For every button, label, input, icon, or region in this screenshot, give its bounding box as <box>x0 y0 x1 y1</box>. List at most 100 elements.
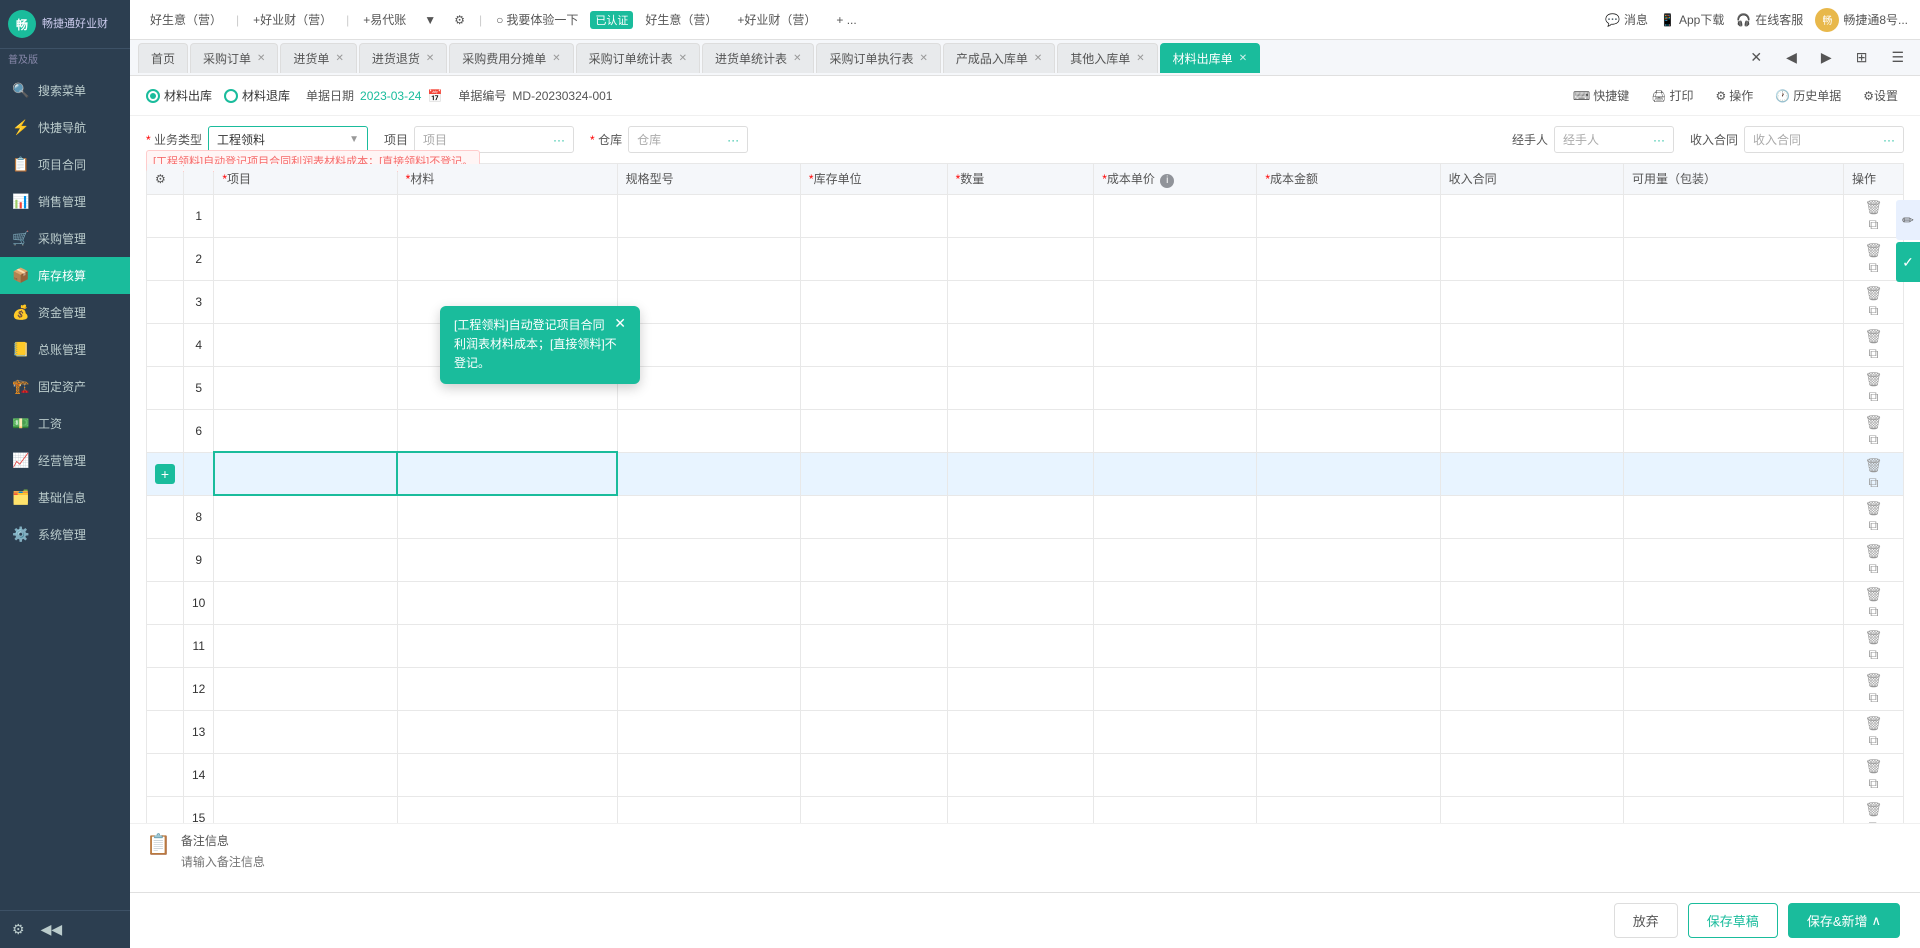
shortcut-btn[interactable]: ⌨ 快捷键 <box>1567 84 1635 107</box>
project-more-btn[interactable]: ··· <box>553 133 565 147</box>
tab-home[interactable]: 首页 <box>138 43 188 73</box>
sidebar-item-inventory[interactable]: 📦 库存核算 <box>0 257 130 294</box>
tab-product-receipt[interactable]: 产成品入库单 ✕ <box>943 43 1055 73</box>
handler-more-btn[interactable]: ··· <box>1653 133 1665 147</box>
nav-certified3[interactable]: +好业财（营） <box>729 7 824 32</box>
row-copy-btn[interactable]: ⧉ <box>1865 730 1883 750</box>
income-contract-input[interactable]: 收入合同 ··· <box>1744 126 1904 153</box>
tab-other-receipt[interactable]: 其他入库单 ✕ <box>1057 43 1157 73</box>
tab-purchase-exec[interactable]: 采购订单执行表 ✕ <box>816 43 940 73</box>
tab-list-btn[interactable]: ☰ <box>1883 45 1912 70</box>
tab-purchase-stats[interactable]: 采购订单统计表 ✕ <box>576 43 700 73</box>
tab-grid-btn[interactable]: ⊞ <box>1848 45 1876 70</box>
nav-settings-icon[interactable]: ⚙ <box>446 9 473 31</box>
nav-hao-shengyi[interactable]: 好生意（营） <box>142 7 230 32</box>
tab-close-purchase-exec[interactable]: ✕ <box>919 53 927 64</box>
radio-material-return[interactable]: 材料退库 <box>224 87 290 104</box>
sidebar-item-finance[interactable]: 💰 资金管理 <box>0 294 130 331</box>
warehouse-input[interactable]: 仓库 ··· <box>628 126 748 153</box>
sidebar-item-search[interactable]: 🔍 搜索菜单 <box>0 72 130 109</box>
tooltip-close-btn[interactable]: ✕ <box>614 316 626 330</box>
warehouse-more-btn[interactable]: ··· <box>727 133 739 147</box>
tab-material-issue[interactable]: 材料出库单 ✕ <box>1160 43 1260 73</box>
row-copy-btn[interactable]: ⧉ <box>1865 300 1883 320</box>
sidebar-item-salary[interactable]: 💵 工资 <box>0 405 130 442</box>
row-copy-btn[interactable]: ⧉ <box>1865 644 1883 664</box>
sidebar-item-ledger[interactable]: 📒 总账管理 <box>0 331 130 368</box>
sidebar-settings-btn[interactable]: ⚙ <box>12 921 25 938</box>
biz-type-input[interactable]: 工程领料 ▼ <box>208 126 368 153</box>
row-copy-btn[interactable]: ⧉ <box>1865 558 1883 578</box>
sidebar-collapse-btn[interactable]: ◀◀ <box>41 921 63 938</box>
tab-close-goods-receipt[interactable]: ✕ <box>335 53 343 64</box>
calendar-icon[interactable]: 📅 <box>427 89 442 103</box>
row-copy-btn[interactable]: ⧉ <box>1865 773 1883 793</box>
row-copy-btn[interactable]: ⧉ <box>1865 687 1883 707</box>
sidebar-item-assets[interactable]: 🏗️ 固定资产 <box>0 368 130 405</box>
row-copy-btn[interactable]: ⧉ <box>1865 515 1883 535</box>
tab-purchase-order[interactable]: 采购订单 ✕ <box>190 43 278 73</box>
sidebar-item-purchase[interactable]: 🛒 采购管理 <box>0 220 130 257</box>
tab-goods-stats[interactable]: 进货单统计表 ✕ <box>702 43 814 73</box>
tab-goods-receipt[interactable]: 进货单 ✕ <box>280 43 356 73</box>
nav-experience[interactable]: ○ 我要体验一下 <box>488 7 586 32</box>
message-btn[interactable]: 💬 消息 <box>1605 11 1648 28</box>
tab-close-material-issue[interactable]: ✕ <box>1239 53 1247 64</box>
app-download-btn[interactable]: 📱 App下载 <box>1660 11 1724 28</box>
discard-button[interactable]: 放弃 <box>1614 903 1678 938</box>
notes-input[interactable] <box>181 853 1904 881</box>
tab-goods-return[interactable]: 进货退货 ✕ <box>359 43 447 73</box>
close-all-tabs-btn[interactable]: ✕ <box>1742 45 1770 70</box>
tab-close-product-receipt[interactable]: ✕ <box>1034 53 1042 64</box>
nav-certified2[interactable]: 好生意（营） <box>637 7 725 32</box>
project-input[interactable]: 项目 ··· <box>414 126 574 153</box>
sidebar-item-shortcut[interactable]: ⚡ 快捷导航 <box>0 109 130 146</box>
user-menu[interactable]: 畅 畅捷通8号... <box>1815 8 1908 32</box>
print-btn[interactable]: 🖨 打印 <box>1645 84 1699 107</box>
bottom-actions: 放弃 保存草稿 保存&新增 ∧ <box>130 892 1920 948</box>
row-copy-btn[interactable]: ⧉ <box>1865 472 1883 492</box>
col-header-settings[interactable]: ⚙ <box>147 164 184 195</box>
save-new-button[interactable]: 保存&新增 ∧ <box>1788 903 1900 938</box>
sidebar-item-project[interactable]: 📋 项目合同 <box>0 146 130 183</box>
income-contract-more-btn[interactable]: ··· <box>1883 133 1895 147</box>
tab-close-other-receipt[interactable]: ✕ <box>1136 53 1144 64</box>
handler-input[interactable]: 经手人 ··· <box>1554 126 1674 153</box>
side-panel-confirm-btn[interactable]: ✓ <box>1896 242 1920 282</box>
operations-btn[interactable]: ⚙ 操作 <box>1709 84 1759 107</box>
history-btn[interactable]: 🕐 历史单据 <box>1769 84 1847 107</box>
sidebar-item-system[interactable]: ⚙️ 系统管理 <box>0 516 130 553</box>
add-row-btn[interactable]: + <box>155 464 175 484</box>
cost-price-info-icon[interactable]: i <box>1160 174 1174 188</box>
tab-close-purchase-order[interactable]: ✕ <box>257 53 265 64</box>
row-copy-btn[interactable]: ⧉ <box>1865 214 1883 234</box>
row-copy-btn[interactable]: ⧉ <box>1865 386 1883 406</box>
nav-more[interactable]: + ... <box>828 9 864 31</box>
tab-close-goods-stats[interactable]: ✕ <box>793 53 801 64</box>
radio-material-issue[interactable]: 材料出库 <box>146 87 212 104</box>
sidebar-item-basic[interactable]: 🗂️ 基础信息 <box>0 479 130 516</box>
tab-close-goods-return[interactable]: ✕ <box>426 53 434 64</box>
row-copy-btn[interactable]: ⧉ <box>1865 816 1883 824</box>
sidebar-item-ops[interactable]: 📈 经营管理 <box>0 442 130 479</box>
col-header-cost-price: *成本单价 i <box>1094 164 1257 195</box>
tab-prev-btn[interactable]: ◀ <box>1778 45 1805 70</box>
tab-next-btn[interactable]: ▶ <box>1813 45 1840 70</box>
row-copy-btn[interactable]: ⧉ <box>1865 601 1883 621</box>
doc-date-value[interactable]: 2023-03-24 <box>360 89 421 103</box>
tab-close-purchase-stats[interactable]: ✕ <box>679 53 687 64</box>
tab-close-purchase-expense[interactable]: ✕ <box>552 53 560 64</box>
row-copy-btn[interactable]: ⧉ <box>1865 429 1883 449</box>
tab-purchase-expense[interactable]: 采购费用分摊单 ✕ <box>449 43 573 73</box>
doc-num-label: 单据编号 <box>458 87 506 104</box>
side-panel-edit-btn[interactable]: ✏ <box>1896 200 1920 240</box>
online-service-btn[interactable]: 🎧 在线客服 <box>1736 11 1803 28</box>
sidebar-item-sales[interactable]: 📊 销售管理 <box>0 183 130 220</box>
row-copy-btn[interactable]: ⧉ <box>1865 343 1883 363</box>
nav-more-dropdown[interactable]: ▼ <box>418 9 442 31</box>
nav-hao-yecai[interactable]: +好业财（营） <box>245 7 340 32</box>
nav-yi-daipei[interactable]: +易代账 <box>355 7 414 32</box>
save-draft-button[interactable]: 保存草稿 <box>1688 903 1778 938</box>
settings-btn[interactable]: ⚙设置 <box>1857 84 1904 107</box>
row-copy-btn[interactable]: ⧉ <box>1865 257 1883 277</box>
